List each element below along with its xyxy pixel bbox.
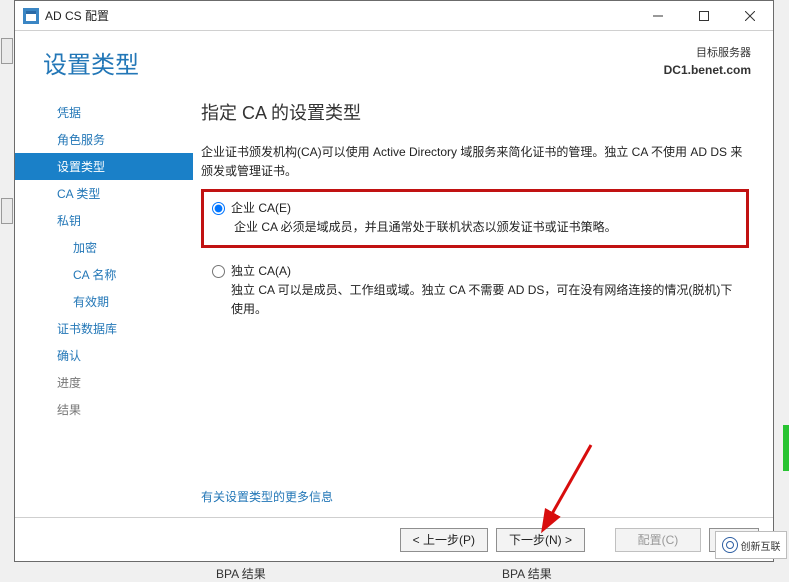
app-icon [23, 8, 39, 24]
main-pane: 指定 CA 的设置类型 企业证书颁发机构(CA)可以使用 Active Dire… [193, 93, 773, 517]
more-info: 有关设置类型的更多信息 [201, 488, 753, 517]
main-title: 指定 CA 的设置类型 [201, 93, 753, 143]
titlebar: AD CS 配置 [15, 1, 773, 31]
footer: < 上一步(P) 下一步(N) > 配置(C) 取消 [15, 517, 773, 561]
minimize-button[interactable] [635, 1, 681, 31]
page-header: 设置类型 目标服务器 DC1.benet.com [15, 31, 773, 93]
sidebar-item-8[interactable]: 证书数据库 [15, 315, 193, 342]
body: 凭据角色服务设置类型CA 类型私钥加密CA 名称有效期证书数据库确认进度结果 指… [15, 93, 773, 517]
radio-standalone-ca-input[interactable] [212, 265, 225, 278]
option-enterprise-highlight: 企业 CA(E) 企业 CA 必须是域成员，并且通常处于联机状态以颁发证书或证书… [201, 189, 749, 247]
sidebar-item-7[interactable]: 有效期 [15, 288, 193, 315]
watermark-text: 创新互联 [741, 538, 781, 553]
radio-enterprise-ca-desc: 企业 CA 必须是域成员，并且通常处于联机状态以颁发证书或证书策略。 [212, 216, 738, 237]
watermark-icon [722, 537, 738, 553]
configure-button: 配置(C) [615, 528, 701, 552]
close-button[interactable] [727, 1, 773, 31]
sidebar-item-9[interactable]: 确认 [15, 342, 193, 369]
next-button[interactable]: 下一步(N) > [496, 528, 585, 552]
target-server-label: 目标服务器 [664, 45, 751, 62]
page-title: 设置类型 [43, 45, 139, 80]
target-server: 目标服务器 DC1.benet.com [664, 45, 751, 80]
radio-standalone-ca-label: 独立 CA(A) [231, 262, 291, 279]
sidebar-item-0[interactable]: 凭据 [15, 99, 193, 126]
sidebar-item-1[interactable]: 角色服务 [15, 126, 193, 153]
sidebar-item-4[interactable]: 私钥 [15, 207, 193, 234]
radio-enterprise-ca-input[interactable] [212, 202, 225, 215]
radio-enterprise-ca[interactable]: 企业 CA(E) [212, 199, 738, 216]
green-side-bar [783, 425, 789, 471]
sidebar-item-11: 结果 [15, 396, 193, 423]
sidebar: 凭据角色服务设置类型CA 类型私钥加密CA 名称有效期证书数据库确认进度结果 [15, 93, 193, 517]
radio-standalone-ca-desc: 独立 CA 可以是成员、工作组或域。独立 CA 不需要 AD DS，可在没有网络… [212, 279, 749, 319]
target-server-value: DC1.benet.com [664, 61, 751, 79]
option-standalone: 独立 CA(A) 独立 CA 可以是成员、工作组或域。独立 CA 不需要 AD … [212, 262, 749, 319]
bpa-result-right: BPA 结果 [502, 565, 552, 582]
sidebar-item-10: 进度 [15, 369, 193, 396]
sidebar-item-6[interactable]: CA 名称 [15, 261, 193, 288]
radio-standalone-ca[interactable]: 独立 CA(A) [212, 262, 749, 279]
radio-enterprise-ca-label: 企业 CA(E) [231, 199, 291, 216]
sidebar-item-3[interactable]: CA 类型 [15, 180, 193, 207]
window-title: AD CS 配置 [45, 7, 635, 24]
sidebar-item-5[interactable]: 加密 [15, 234, 193, 261]
bg-stub-b [1, 198, 13, 224]
watermark: 创新互联 [715, 531, 787, 559]
prev-button[interactable]: < 上一步(P) [400, 528, 488, 552]
bpa-result-left: BPA 结果 [216, 565, 266, 582]
sidebar-item-2[interactable]: 设置类型 [15, 153, 193, 180]
main-description: 企业证书颁发机构(CA)可以使用 Active Directory 域服务来简化… [201, 143, 753, 181]
dialog-window: AD CS 配置 设置类型 目标服务器 DC1.benet.com 凭据角色服务… [14, 0, 774, 562]
maximize-button[interactable] [681, 1, 727, 31]
bg-stub-a [1, 38, 13, 64]
more-info-link[interactable]: 有关设置类型的更多信息 [201, 490, 333, 504]
